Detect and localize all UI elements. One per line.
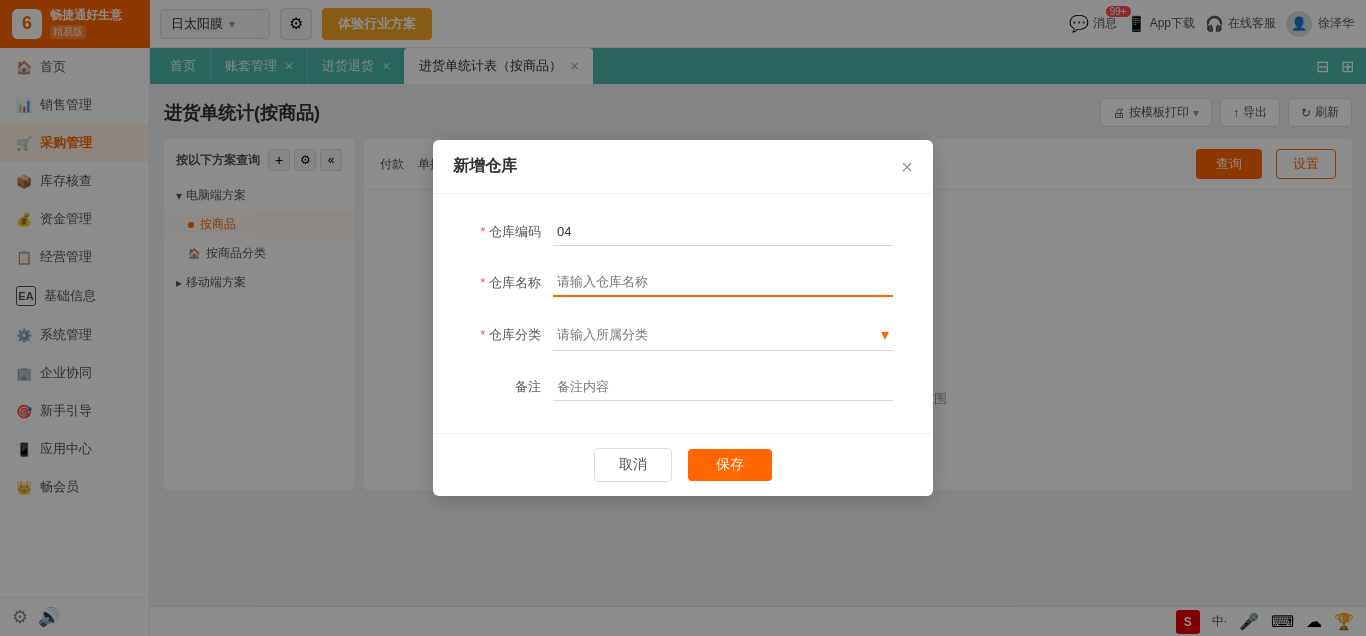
modal-close-btn[interactable]: × (901, 157, 913, 177)
form-row-remark: 备注 (473, 373, 893, 401)
remark-label: 备注 (473, 378, 553, 396)
modal-footer: 取消 保存 (433, 433, 933, 496)
form-row-name: * 仓库名称 (473, 268, 893, 297)
category-arrow-icon: ▾ (881, 325, 889, 344)
modal-title: 新增仓库 (453, 156, 517, 177)
form-row-code: * 仓库编码 (473, 218, 893, 246)
category-label: * 仓库分类 (473, 326, 553, 344)
modal-body: * 仓库编码 * 仓库名称 * 仓库分类 (433, 194, 933, 433)
save-button[interactable]: 保存 (688, 449, 772, 481)
warehouse-name-input[interactable] (553, 268, 893, 297)
remark-input[interactable] (553, 373, 893, 401)
code-label: * 仓库编码 (473, 223, 553, 241)
cancel-button[interactable]: 取消 (594, 448, 672, 482)
required-star-2: * (480, 275, 485, 290)
modal-header: 新增仓库 × (433, 140, 933, 194)
modal-overlay: 新增仓库 × * 仓库编码 * 仓库名称 (0, 0, 1366, 636)
form-row-category: * 仓库分类 ▾ (473, 319, 893, 351)
warehouse-code-input[interactable] (553, 218, 893, 246)
category-select-wrap[interactable]: ▾ (553, 319, 893, 351)
required-star-3: * (480, 327, 485, 342)
required-star-1: * (480, 224, 485, 239)
category-input[interactable] (557, 327, 881, 342)
modal-dialog: 新增仓库 × * 仓库编码 * 仓库名称 (433, 140, 933, 496)
name-label: * 仓库名称 (473, 274, 553, 292)
